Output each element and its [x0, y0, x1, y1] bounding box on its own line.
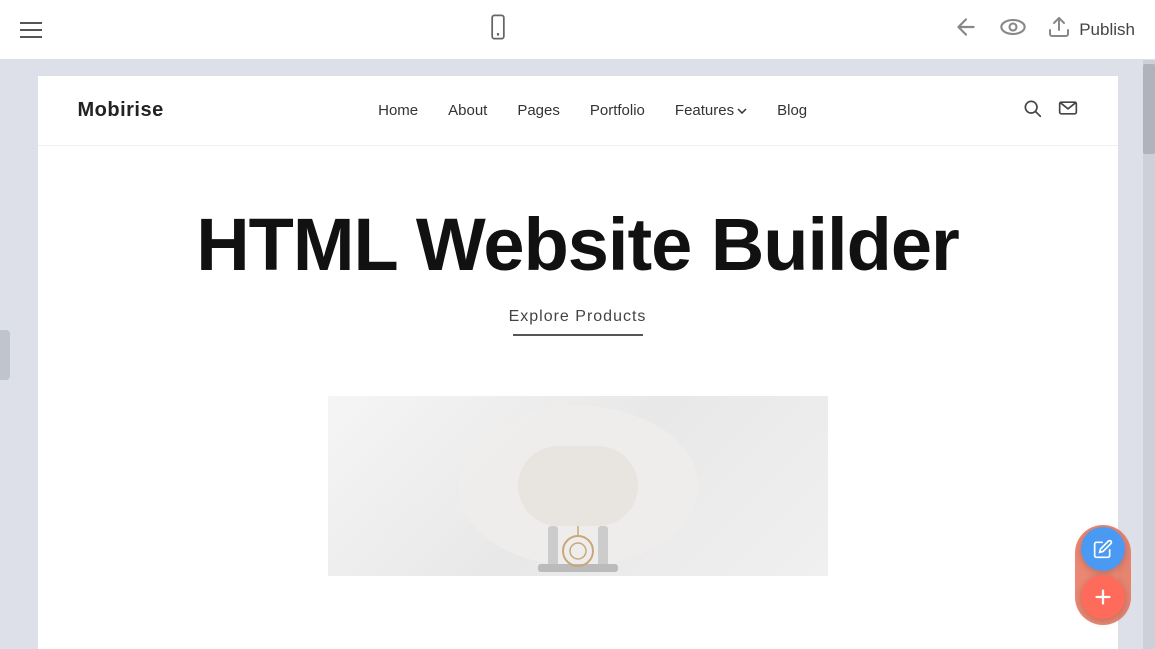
fab-edit-button[interactable]	[1081, 527, 1125, 571]
publish-button[interactable]: Publish	[1047, 15, 1135, 44]
hero-subtitle: Explore Products	[78, 308, 1078, 326]
toolbar-right: Publish	[953, 13, 1135, 46]
back-icon[interactable]	[953, 14, 979, 45]
site-nav: Mobirise Home About Pages Portfolio Feat…	[38, 76, 1118, 146]
nav-link-pages[interactable]: Pages	[517, 102, 560, 119]
toolbar-left	[20, 22, 42, 38]
nav-link-about[interactable]: About	[448, 102, 487, 119]
fab-container	[1081, 527, 1125, 619]
scrollbar-thumb[interactable]	[1143, 64, 1155, 154]
canvas-wrapper: Mobirise Home About Pages Portfolio Feat…	[0, 60, 1155, 649]
left-resize-handle[interactable]	[0, 330, 10, 380]
hamburger-icon[interactable]	[20, 22, 42, 38]
nav-email-icon[interactable]	[1058, 98, 1078, 123]
site-image-box	[328, 396, 828, 576]
nav-search-icon[interactable]	[1022, 98, 1042, 123]
site-preview: Mobirise Home About Pages Portfolio Feat…	[38, 76, 1118, 649]
publish-upload-icon	[1047, 15, 1071, 44]
nav-link-home[interactable]: Home	[378, 102, 418, 119]
nav-link-portfolio[interactable]: Portfolio	[590, 102, 645, 119]
toolbar: Publish	[0, 0, 1155, 60]
preview-icon[interactable]	[999, 13, 1027, 46]
site-logo: Mobirise	[78, 99, 164, 122]
site-nav-links: Home About Pages Portfolio Features Blog	[378, 102, 807, 119]
scrollbar[interactable]	[1143, 60, 1155, 649]
site-nav-icons	[1022, 98, 1078, 123]
toolbar-center	[484, 13, 512, 46]
site-hero: HTML Website Builder Explore Products	[38, 146, 1118, 376]
hero-underline	[513, 334, 643, 336]
mobile-preview-icon[interactable]	[484, 13, 512, 46]
nav-link-features[interactable]: Features	[675, 102, 747, 119]
nav-link-blog[interactable]: Blog	[777, 102, 807, 119]
hero-title: HTML Website Builder	[78, 206, 1078, 284]
site-image-area	[38, 376, 1118, 576]
publish-label: Publish	[1079, 20, 1135, 40]
fab-add-button[interactable]	[1081, 575, 1125, 619]
